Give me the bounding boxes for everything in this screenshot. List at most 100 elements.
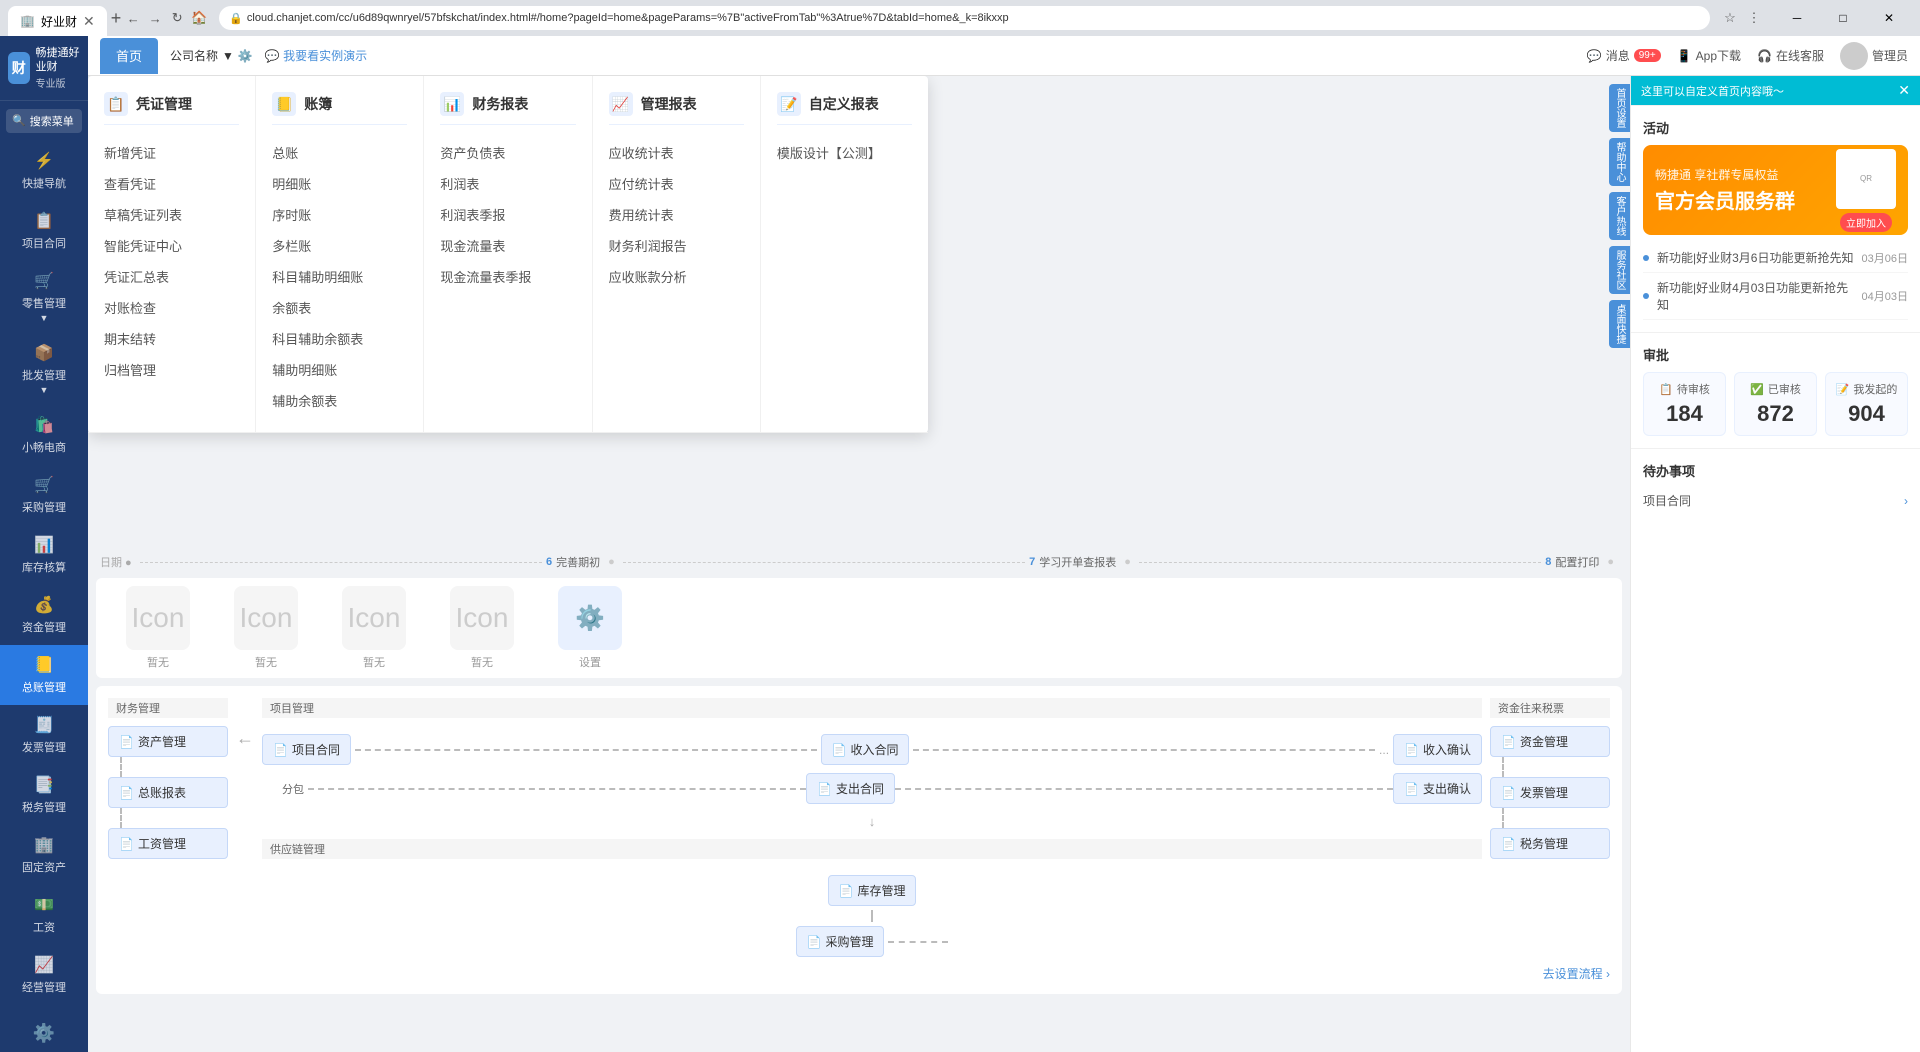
flow-box-shuiwu2[interactable]: 📄 税务管理: [1490, 828, 1610, 859]
sidebar-item-jingying[interactable]: 📈 经营管理: [0, 945, 88, 1005]
flow-box-caigou[interactable]: 📄 采购管理: [796, 926, 885, 957]
forward-button[interactable]: →: [147, 10, 163, 26]
sidebar-item-zhangzhang[interactable]: 📒 总账管理: [0, 645, 88, 705]
step-item-8: 8 配置打印 ●: [1545, 554, 1618, 570]
menu-item-moban[interactable]: 模版设计【公测】: [777, 137, 912, 168]
menu-item-yingfu[interactable]: 应付统计表: [609, 168, 744, 199]
settings-gear-icon: ⚙️: [33, 1023, 55, 1044]
sidebar-item-fapiao[interactable]: 🧾 发票管理: [0, 705, 88, 765]
todo-item-xiangmu: 项目合同 ›: [1643, 488, 1908, 513]
go-flow-link[interactable]: 去设置流程 ›: [1543, 967, 1610, 981]
icon-placeholder-3[interactable]: Icon 暂无: [432, 586, 532, 670]
sidebar-item-gongzi[interactable]: 💵 工资: [0, 885, 88, 945]
activity-banner[interactable]: 畅捷通 享社群专属权益 官方会员服务群 QR 立即加入: [1643, 145, 1908, 235]
user-menu-button[interactable]: 管理员: [1840, 42, 1908, 70]
flow-box-fapiao2[interactable]: 📄 发票管理: [1490, 777, 1610, 808]
close-button[interactable]: ✕: [1866, 3, 1912, 33]
news-item-0[interactable]: 新功能|好业财3月6日功能更新抢先知 03月06日: [1643, 243, 1908, 273]
approval-card-initiated[interactable]: 📝 我发起的 904: [1825, 372, 1908, 436]
extensions-button[interactable]: ⋮: [1746, 10, 1762, 26]
menu-item-feiyong[interactable]: 费用统计表: [609, 199, 744, 230]
menu-item-pingzhenghuizong[interactable]: 凭证汇总表: [104, 261, 239, 292]
flow-box-xiangmuhetong[interactable]: 📄 项目合同: [262, 734, 351, 765]
menu-item-kemingxi[interactable]: 科目辅助明细账: [272, 261, 407, 292]
flow-box-zhichuhetong[interactable]: 📄 支出合同: [806, 773, 895, 804]
icon-placeholder-4[interactable]: ⚙️ 设置: [540, 586, 640, 670]
sidebar-item-gudingzichan[interactable]: 🏢 固定资产: [0, 825, 88, 885]
menu-item-zhineng[interactable]: 智能凭证中心: [104, 230, 239, 261]
menu-item-xinzeng[interactable]: 新增凭证: [104, 137, 239, 168]
menu-item-qimo[interactable]: 期末结转: [104, 323, 239, 354]
flow-box-gongzi[interactable]: 📄 工资管理: [108, 828, 228, 859]
sidebar-item-pifa[interactable]: 📦 批发管理 ▼: [0, 333, 88, 405]
flow-box-kucun[interactable]: 📄 库存管理: [828, 875, 917, 906]
home-tab[interactable]: 首页: [100, 38, 158, 74]
menu-item-guidang[interactable]: 归档管理: [104, 354, 239, 385]
menu-item-chakan[interactable]: 查看凭证: [104, 168, 239, 199]
flow-box-zijin[interactable]: 📄 资金管理: [1490, 726, 1610, 757]
message-button[interactable]: 💬 消息 99+: [1587, 47, 1661, 64]
bookmark-button[interactable]: ☆: [1722, 10, 1738, 26]
maximize-button[interactable]: □: [1820, 3, 1866, 33]
sidebar-item-kucun[interactable]: 📊 库存核算: [0, 525, 88, 585]
app-download-button[interactable]: 📱 App下载: [1677, 47, 1741, 64]
flow-box-zichan[interactable]: 📄 资产管理: [108, 726, 228, 757]
company-selector[interactable]: 公司名称 ▼ ⚙️ 💬 我要看实例演示: [170, 47, 367, 64]
menu-item-caogao[interactable]: 草稿凭证列表: [104, 199, 239, 230]
home-button[interactable]: 🏠: [191, 10, 207, 26]
sidebar-item-kuaijie[interactable]: ⚡ 快捷导航: [0, 141, 88, 201]
icon-box-1: Icon: [234, 586, 298, 650]
dropdown-menu: 📋 凭证管理 新增凭证 查看凭证 草稿凭证列表 智能凭证中心 凭证汇总表 对账检…: [88, 76, 928, 433]
menu-item-keyue[interactable]: 科目辅助余额表: [272, 323, 407, 354]
address-bar[interactable]: 🔒 cloud.chanjet.com/cc/u6d89qwnryel/57bf…: [219, 6, 1710, 30]
sidebar-item-xiaochang[interactable]: 🛍️ 小畅电商: [0, 405, 88, 465]
sidebar-item-xiaoxiao[interactable]: 📊 小畅销售: [0, 1005, 88, 1015]
flow-box-shourouqueren[interactable]: 📄 收入确认: [1393, 734, 1482, 765]
tax-section-label: 资金往来税票: [1490, 698, 1610, 718]
customize-banner-close[interactable]: ✕: [1898, 82, 1910, 99]
sidebar-item-caigou[interactable]: 🛒 采购管理: [0, 465, 88, 525]
sidebar-settings-button[interactable]: ⚙️: [0, 1015, 88, 1052]
flow-box-zongzhang[interactable]: 📄 总账报表: [108, 777, 228, 808]
back-button[interactable]: ←: [125, 10, 141, 26]
menu-item-fuzhumingxi[interactable]: 辅助明细账: [272, 354, 407, 385]
menu-item-caiwulirun[interactable]: 财务利润报告: [609, 230, 744, 261]
minimize-button[interactable]: ─: [1774, 3, 1820, 33]
tab-close-button[interactable]: ✕: [83, 13, 95, 30]
menu-item-yingshoufen[interactable]: 应收账款分析: [609, 261, 744, 292]
sidebar-item-shuiwu[interactable]: 📑 税务管理: [0, 765, 88, 825]
menu-item-mingxi[interactable]: 明细账: [272, 168, 407, 199]
sidebar-item-zijin[interactable]: 💰 资金管理: [0, 585, 88, 645]
menu-item-zichan[interactable]: 资产负债表: [440, 137, 575, 168]
search-menu-button[interactable]: 🔍 搜索菜单: [6, 109, 82, 133]
menu-item-xianjin[interactable]: 现金流量表: [440, 230, 575, 261]
sidebar-item-lingshou[interactable]: 🛒 零售管理 ▼: [0, 261, 88, 333]
join-button[interactable]: 立即加入: [1840, 213, 1892, 232]
message-label: 消息: [1606, 47, 1630, 64]
menu-item-zongzhang[interactable]: 总账: [272, 137, 407, 168]
refresh-button[interactable]: ↻: [169, 10, 185, 26]
todo-action-xiangmu[interactable]: ›: [1904, 494, 1908, 508]
menu-item-yue[interactable]: 余额表: [272, 292, 407, 323]
menu-item-xianjinjibao[interactable]: 现金流量表季报: [440, 261, 575, 292]
flow-box-zhichuqueren[interactable]: 📄 支出确认: [1393, 773, 1482, 804]
menu-item-xushi[interactable]: 序时账: [272, 199, 407, 230]
sidebar-item-xiangmu[interactable]: 📋 项目合同: [0, 201, 88, 261]
icon-placeholder-1[interactable]: Icon 暂无: [216, 586, 316, 670]
demo-link[interactable]: 💬 我要看实例演示: [265, 47, 367, 64]
approval-card-approved[interactable]: ✅ 已审核 872: [1734, 372, 1817, 436]
menu-item-lirunjibaobiao[interactable]: 利润表季报: [440, 199, 575, 230]
flow-box-shourouhetong[interactable]: 📄 收入合同: [821, 734, 910, 765]
menu-item-lirun[interactable]: 利润表: [440, 168, 575, 199]
news-item-1[interactable]: 新功能|好业财4月03日功能更新抢先知 04月03日: [1643, 273, 1908, 320]
icon-placeholder-0[interactable]: Icon 暂无: [108, 586, 208, 670]
icon-placeholder-2[interactable]: Icon 暂无: [324, 586, 424, 670]
active-tab[interactable]: 🏢 好业财 ✕: [8, 6, 107, 36]
menu-item-fuzhuyue[interactable]: 辅助余额表: [272, 385, 407, 416]
menu-item-duolan[interactable]: 多栏账: [272, 230, 407, 261]
new-tab-button[interactable]: +: [111, 8, 122, 29]
menu-item-yingshou[interactable]: 应收统计表: [609, 137, 744, 168]
menu-item-duizhang[interactable]: 对账检查: [104, 292, 239, 323]
approval-card-pending[interactable]: 📋 待审核 184: [1643, 372, 1726, 436]
online-service-button[interactable]: 🎧 在线客服: [1757, 47, 1824, 64]
